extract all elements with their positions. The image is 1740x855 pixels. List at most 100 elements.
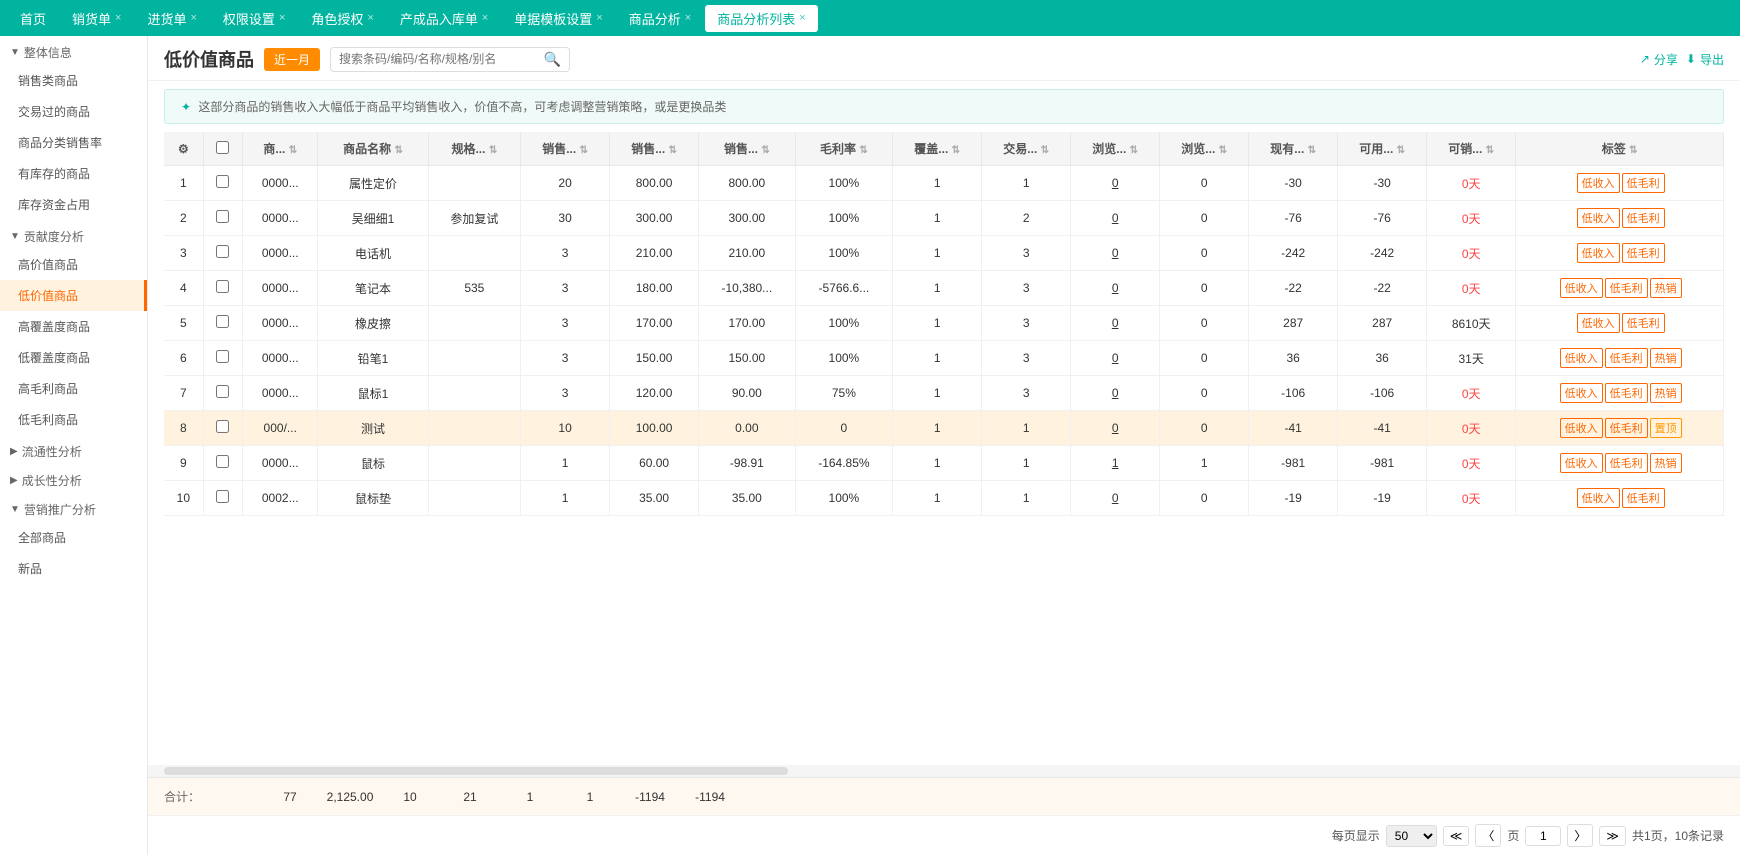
prev-page-button[interactable]: 〈 bbox=[1475, 824, 1501, 847]
nav-home[interactable]: 首页 bbox=[8, 5, 58, 32]
browse1-link[interactable]: 0 bbox=[1112, 281, 1119, 295]
row-checkbox[interactable] bbox=[216, 315, 229, 328]
sidebar-item-high-coverage[interactable]: 高覆盖度商品 bbox=[0, 311, 147, 342]
share-button[interactable]: ↗ 分享 bbox=[1640, 51, 1678, 68]
browse1-link[interactable]: 0 bbox=[1112, 386, 1119, 400]
nav-close-sales[interactable]: × bbox=[115, 12, 121, 24]
cell-check bbox=[203, 376, 242, 411]
sidebar-item-stock-fund[interactable]: 库存资金占用 bbox=[0, 189, 147, 220]
row-checkbox[interactable] bbox=[216, 490, 229, 503]
sidebar-item-in-stock[interactable]: 有库存的商品 bbox=[0, 158, 147, 189]
row-checkbox[interactable] bbox=[216, 420, 229, 433]
time-filter-button[interactable]: 近一月 bbox=[264, 48, 320, 71]
browse1-link[interactable]: 0 bbox=[1112, 246, 1119, 260]
arrow-contribution: ▼ bbox=[10, 231, 20, 242]
last-page-button[interactable]: ≫ bbox=[1599, 826, 1626, 846]
row-checkbox[interactable] bbox=[216, 385, 229, 398]
col-spec[interactable]: 规格... ⇅ bbox=[428, 132, 520, 166]
cell-sales-amount: 210.00 bbox=[610, 236, 699, 271]
sidebar-item-category-rate[interactable]: 商品分类销售率 bbox=[0, 127, 147, 158]
sidebar-item-all-products[interactable]: 全部商品 bbox=[0, 522, 147, 553]
nav-close-list[interactable]: × bbox=[799, 12, 805, 24]
browse1-link[interactable]: 0 bbox=[1112, 421, 1119, 435]
col-name[interactable]: 商品名称 ⇅ bbox=[318, 132, 428, 166]
sidebar-group-overview[interactable]: ▼ 整体信息 bbox=[0, 36, 147, 65]
row-checkbox[interactable] bbox=[216, 455, 229, 468]
browse1-link[interactable]: 0 bbox=[1112, 176, 1119, 190]
col-available[interactable]: 可用... ⇅ bbox=[1338, 132, 1427, 166]
export-button[interactable]: ⬇ 导出 bbox=[1686, 51, 1724, 68]
days-text: 0天 bbox=[1462, 387, 1481, 401]
browse1-link[interactable]: 0 bbox=[1112, 316, 1119, 330]
nav-close-permission[interactable]: × bbox=[279, 12, 285, 24]
nav-close-product[interactable]: × bbox=[685, 12, 691, 24]
row-checkbox[interactable] bbox=[216, 245, 229, 258]
col-code[interactable]: 商... ⇅ bbox=[243, 132, 318, 166]
sidebar-group-marketing[interactable]: ▼ 营销推广分析 bbox=[0, 493, 147, 522]
sidebar-item-high-profit[interactable]: 高毛利商品 bbox=[0, 373, 147, 404]
cell-num: 8 bbox=[164, 411, 203, 446]
page-size-select[interactable]: 50 100 200 bbox=[1386, 825, 1437, 847]
sidebar-item-low-value[interactable]: 低价值商品 bbox=[0, 280, 147, 311]
cell-browse2: 0 bbox=[1160, 376, 1249, 411]
sidebar-item-low-profit[interactable]: 低毛利商品 bbox=[0, 404, 147, 435]
cell-trade: 3 bbox=[982, 271, 1071, 306]
cell-spec bbox=[428, 166, 520, 201]
row-checkbox[interactable] bbox=[216, 210, 229, 223]
row-checkbox[interactable] bbox=[216, 280, 229, 293]
nav-close-finished[interactable]: × bbox=[482, 12, 488, 24]
col-check[interactable] bbox=[203, 132, 242, 166]
days-text: 0天 bbox=[1462, 492, 1481, 506]
sidebar-group-contribution[interactable]: ▼ 贡献度分析 bbox=[0, 220, 147, 249]
col-sales-qty[interactable]: 销售... ⇅ bbox=[521, 132, 610, 166]
select-all-checkbox[interactable] bbox=[216, 141, 229, 154]
nav-product-list[interactable]: 商品分析列表 × bbox=[705, 5, 817, 32]
nav-permission[interactable]: 权限设置 × bbox=[211, 5, 297, 32]
browse1-link[interactable]: 1 bbox=[1112, 456, 1119, 470]
browse1-link[interactable]: 0 bbox=[1112, 211, 1119, 225]
nav-close-purchase[interactable]: × bbox=[190, 12, 196, 24]
sidebar-group-liquidity[interactable]: ▶ 流通性分析 bbox=[0, 435, 147, 464]
col-sales-avg[interactable]: 销售... ⇅ bbox=[699, 132, 796, 166]
sidebar-group-growth[interactable]: ▶ 成长性分析 bbox=[0, 464, 147, 493]
col-settings[interactable]: ⚙ bbox=[164, 132, 203, 166]
nav-close-role[interactable]: × bbox=[367, 12, 373, 24]
row-checkbox[interactable] bbox=[216, 175, 229, 188]
tag-badge: 低收入 bbox=[1560, 278, 1603, 298]
page-input[interactable] bbox=[1525, 826, 1561, 846]
col-sales-amount[interactable]: 销售... ⇅ bbox=[610, 132, 699, 166]
sidebar-item-sales-products[interactable]: 销售类商品 bbox=[0, 65, 147, 96]
nav-template[interactable]: 单据模板设置 × bbox=[502, 5, 614, 32]
nav-role[interactable]: 角色授权 × bbox=[299, 5, 385, 32]
col-trade[interactable]: 交易... ⇅ bbox=[982, 132, 1071, 166]
col-gross-margin[interactable]: 毛利率 ⇅ bbox=[795, 132, 893, 166]
nav-close-template[interactable]: × bbox=[596, 12, 602, 24]
next-page-button[interactable]: 〉 bbox=[1567, 824, 1593, 847]
first-page-button[interactable]: ≪ bbox=[1443, 826, 1470, 846]
cell-tags: 低收入低毛利 bbox=[1516, 306, 1724, 341]
cell-tags: 低收入低毛利热销 bbox=[1516, 271, 1724, 306]
sidebar-item-new-products[interactable]: 新品 bbox=[0, 553, 147, 584]
col-current[interactable]: 现有... ⇅ bbox=[1249, 132, 1338, 166]
col-browse1[interactable]: 浏览... ⇅ bbox=[1071, 132, 1160, 166]
browse1-link[interactable]: 0 bbox=[1112, 351, 1119, 365]
sidebar-item-low-coverage[interactable]: 低覆盖度商品 bbox=[0, 342, 147, 373]
row-checkbox[interactable] bbox=[216, 350, 229, 363]
col-saleable[interactable]: 可销... ⇅ bbox=[1427, 132, 1516, 166]
browse1-link[interactable]: 0 bbox=[1112, 491, 1119, 505]
col-coverage[interactable]: 覆盖... ⇅ bbox=[893, 132, 982, 166]
nav-product-analysis[interactable]: 商品分析 × bbox=[617, 5, 703, 32]
sidebar-item-high-value[interactable]: 高价值商品 bbox=[0, 249, 147, 280]
cell-num: 10 bbox=[164, 481, 203, 516]
col-browse2[interactable]: 浏览... ⇅ bbox=[1160, 132, 1249, 166]
cell-check bbox=[203, 271, 242, 306]
horizontal-scrollbar[interactable] bbox=[164, 767, 788, 775]
sidebar-item-traded[interactable]: 交易过的商品 bbox=[0, 96, 147, 127]
nav-finished-goods[interactable]: 产成品入库单 × bbox=[388, 5, 500, 32]
nav-sales-order[interactable]: 销货单 × bbox=[60, 5, 133, 32]
col-tags[interactable]: 标签 ⇅ bbox=[1516, 132, 1724, 166]
sidebar: ▼ 整体信息 销售类商品 交易过的商品 商品分类销售率 有库存的商品 库存资金占… bbox=[0, 36, 148, 855]
nav-purchase[interactable]: 进货单 × bbox=[135, 5, 208, 32]
search-icon[interactable]: 🔍 bbox=[544, 51, 561, 68]
search-input[interactable] bbox=[339, 52, 544, 66]
